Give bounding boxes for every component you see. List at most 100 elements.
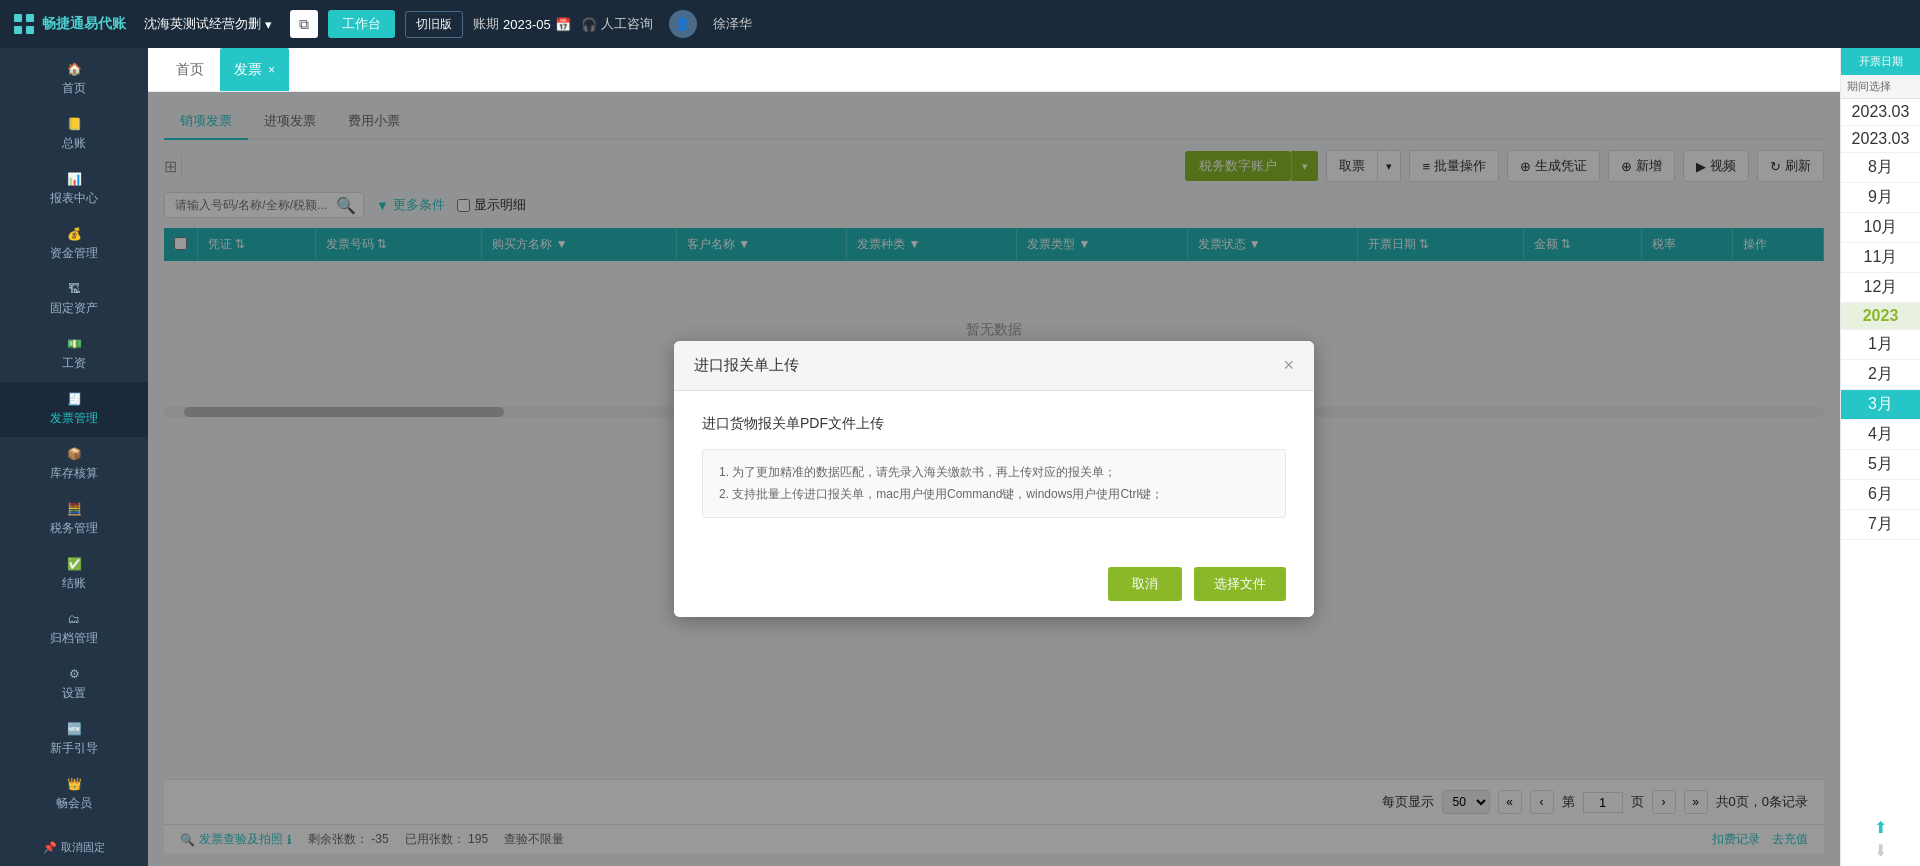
copy-button[interactable]: ⧉ <box>290 10 318 38</box>
sidebar-label-report: 报表中心 <box>50 190 98 207</box>
modal-select-file-button[interactable]: 选择文件 <box>1194 567 1286 601</box>
svg-rect-2 <box>14 26 22 34</box>
pin-icon: 📌 <box>43 841 57 854</box>
sidebar-item-home[interactable]: 🏠 首页 <box>0 52 148 107</box>
period-11[interactable]: 11月 <box>1841 243 1920 273</box>
svg-rect-1 <box>26 14 34 22</box>
sidebar-bottom: 📌 取消固定 <box>0 822 148 866</box>
sidebar-item-salary[interactable]: 💵 工资 <box>0 327 148 382</box>
modal-overlay[interactable]: 进口报关单上传 × 进口货物报关单PDF文件上传 1. 为了更加精准的数据匹配，… <box>148 92 1840 866</box>
sidebar-item-fund[interactable]: 💰 资金管理 <box>0 217 148 272</box>
modal-cancel-button[interactable]: 取消 <box>1108 567 1182 601</box>
invoice-icon: 🧾 <box>67 392 82 406</box>
svg-rect-0 <box>14 14 22 22</box>
report-icon: 📊 <box>67 172 82 186</box>
sidebar-label-ledger: 总账 <box>62 135 86 152</box>
main-content: 首页 发票 × 销项发票 进项发票 费用小票 ⊞ <box>148 48 1840 866</box>
period-year-2023[interactable]: 2023 <box>1841 303 1920 330</box>
pin-sidebar-button[interactable]: 📌 取消固定 <box>43 832 105 863</box>
scroll-up-icon[interactable]: ⬆ <box>1874 818 1887 837</box>
period-8[interactable]: 8月 <box>1841 153 1920 183</box>
sidebar-item-settlement[interactable]: ✅ 结账 <box>0 547 148 602</box>
guide-icon: 🆕 <box>67 722 82 736</box>
modal-footer: 取消 选择文件 <box>674 551 1314 617</box>
sidebar-label-settlement: 结账 <box>62 575 86 592</box>
sidebar-label-tax: 税务管理 <box>50 520 98 537</box>
modal-notice-box: 1. 为了更加精准的数据匹配，请先录入海关缴款书，再上传对应的报关单； 2. 支… <box>702 449 1286 518</box>
sidebar-label-inventory: 库存核算 <box>50 465 98 482</box>
sidebar-item-member[interactable]: 👑 畅会员 <box>0 767 148 822</box>
sidebar-item-archive[interactable]: 🗂 归档管理 <box>0 602 148 657</box>
sidebar-item-report[interactable]: 📊 报表中心 <box>0 162 148 217</box>
sidebar-item-tax[interactable]: 🧮 税务管理 <box>0 492 148 547</box>
salary-icon: 💵 <box>67 337 82 351</box>
modal-file-title: 进口货物报关单PDF文件上传 <box>702 415 1286 433</box>
fund-icon: 💰 <box>67 227 82 241</box>
period-header: 期间选择 <box>1841 75 1920 99</box>
sidebar-label-fixed: 固定资产 <box>50 300 98 317</box>
period-display: 账期 2023-05 📅 <box>473 15 571 33</box>
period-4[interactable]: 4月 <box>1841 420 1920 450</box>
sidebar-item-invoice[interactable]: 🧾 发票管理 <box>0 382 148 437</box>
fixed-icon: 🏗 <box>68 282 80 296</box>
copy-icon: ⧉ <box>299 16 309 33</box>
period-9[interactable]: 9月 <box>1841 183 1920 213</box>
member-icon: 👑 <box>67 777 82 791</box>
scroll-down-icon[interactable]: ⬇ <box>1874 841 1887 860</box>
sidebar-item-guide[interactable]: 🆕 新手引导 <box>0 712 148 767</box>
archive-icon: 🗂 <box>68 612 80 626</box>
tab-invoice[interactable]: 发票 × <box>220 48 289 91</box>
sidebar-label-guide: 新手引导 <box>50 740 98 757</box>
tab-close-icon[interactable]: × <box>268 63 275 77</box>
tab-home[interactable]: 首页 <box>164 48 216 91</box>
sidebar-label-member: 畅会员 <box>56 795 92 812</box>
svg-rect-3 <box>26 26 34 34</box>
modal-header: 进口报关单上传 × <box>674 341 1314 391</box>
modal-close-button[interactable]: × <box>1283 355 1294 376</box>
period-2023-03-1[interactable]: 2023.03 <box>1841 99 1920 126</box>
headset-icon: 🎧 <box>581 17 597 32</box>
period-2023-03-2[interactable]: 2023.03 <box>1841 126 1920 153</box>
sidebar-label-home: 首页 <box>62 80 86 97</box>
modal-body: 进口货物报关单PDF文件上传 1. 为了更加精准的数据匹配，请先录入海关缴款书，… <box>674 391 1314 551</box>
period-10[interactable]: 10月 <box>1841 213 1920 243</box>
modal-notice-item-1: 1. 为了更加精准的数据匹配，请先录入海关缴款书，再上传对应的报关单； <box>719 462 1269 484</box>
sidebar-item-inventory[interactable]: 📦 库存核算 <box>0 437 148 492</box>
period-1[interactable]: 1月 <box>1841 330 1920 360</box>
period-6[interactable]: 6月 <box>1841 480 1920 510</box>
period-7[interactable]: 7月 <box>1841 510 1920 540</box>
settlement-icon: ✅ <box>67 557 82 571</box>
inventory-icon: 📦 <box>67 447 82 461</box>
invoice-page: 销项发票 进项发票 费用小票 ⊞ 税务数字账户 ▾ <box>148 92 1840 866</box>
top-right-actions: 🎧 人工咨询 👤 徐泽华 <box>581 10 752 38</box>
switch-version-button[interactable]: 切旧版 <box>405 11 463 38</box>
user-name: 徐泽华 <box>713 15 752 33</box>
period-2[interactable]: 2月 <box>1841 360 1920 390</box>
content-area: 🏠 首页 📒 总账 📊 报表中心 💰 资金管理 🏗 固定资产 💵 工资 🧾 发票… <box>0 48 1920 866</box>
calendar-icon[interactable]: 📅 <box>555 17 571 32</box>
service-link[interactable]: 🎧 人工咨询 <box>581 15 653 33</box>
user-avatar[interactable]: 👤 <box>669 10 697 38</box>
sidebar-label-fund: 资金管理 <box>50 245 98 262</box>
tab-bar: 首页 发票 × <box>148 48 1840 92</box>
sidebar-item-fixed[interactable]: 🏗 固定资产 <box>0 272 148 327</box>
right-period-panel: 开票日期 期间选择 2023.03 2023.03 8月 9月 10月 11月 … <box>1840 48 1920 866</box>
sidebar-label-invoice: 发票管理 <box>50 410 98 427</box>
gear-icon: ⚙ <box>69 667 80 681</box>
modal-notice-item-2: 2. 支持批量上传进口报关单，mac用户使用Command键，windows用户… <box>719 484 1269 506</box>
tax-icon: 🧮 <box>67 502 82 516</box>
top-bar: 畅捷通易代账 沈海英测试经营勿删 ▾ ⧉ 工作台 切旧版 账期 2023-05 … <box>0 0 1920 48</box>
company-selector[interactable]: 沈海英测试经营勿删 ▾ <box>144 15 272 33</box>
period-12[interactable]: 12月 <box>1841 273 1920 303</box>
sidebar-label-salary: 工资 <box>62 355 86 372</box>
period-3[interactable]: 3月 <box>1841 390 1920 420</box>
open-period-button[interactable]: 开票日期 <box>1841 48 1920 75</box>
workspace-button[interactable]: 工作台 <box>328 10 395 38</box>
period-5[interactable]: 5月 <box>1841 450 1920 480</box>
period-list: 2023.03 2023.03 8月 9月 10月 11月 12月 2023 1… <box>1841 99 1920 812</box>
import-customs-modal: 进口报关单上传 × 进口货物报关单PDF文件上传 1. 为了更加精准的数据匹配，… <box>674 341 1314 617</box>
sidebar: 🏠 首页 📒 总账 📊 报表中心 💰 资金管理 🏗 固定资产 💵 工资 🧾 发票… <box>0 48 148 866</box>
sidebar-item-ledger[interactable]: 📒 总账 <box>0 107 148 162</box>
sidebar-label-archive: 归档管理 <box>50 630 98 647</box>
sidebar-item-settings[interactable]: ⚙ 设置 <box>0 657 148 712</box>
